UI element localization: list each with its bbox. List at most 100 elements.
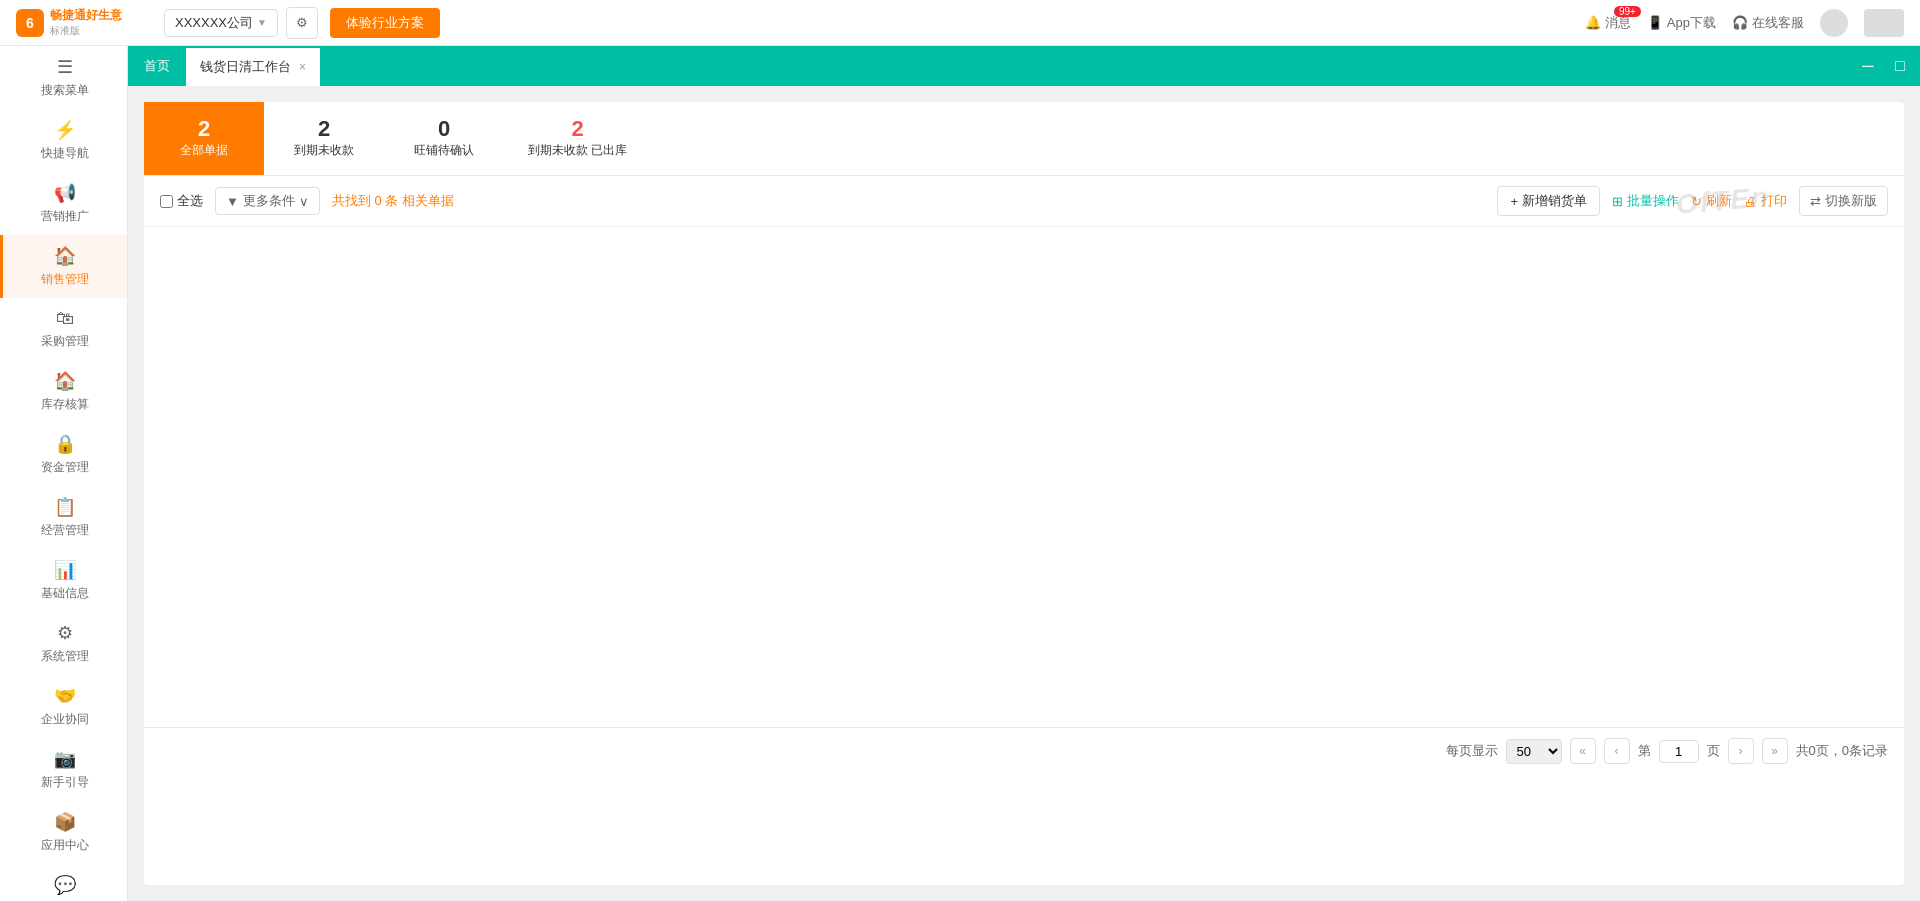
stats-tab-overdue-unshipped[interactable]: 2 到期未收款 已出库	[504, 102, 651, 175]
sidebar-item-marketing[interactable]: 📢 营销推广	[0, 172, 127, 235]
pagination-bar: 每页显示 50 100 200 « ‹ 第 页 › » 共0页，0条记录	[144, 727, 1904, 774]
stats-label-pending: 旺铺待确认	[414, 143, 474, 157]
sidebar-item-label: 快捷导航	[41, 145, 89, 162]
sidebar-item-label: 营销推广	[41, 208, 89, 225]
filter-icon: ▼	[226, 194, 239, 209]
per-page-select[interactable]: 50 100 200	[1506, 739, 1562, 764]
company-dropdown-arrow: ▼	[257, 17, 267, 28]
support-icon: 🎧	[1732, 15, 1748, 30]
refresh-button[interactable]: ↻ 刷新	[1691, 192, 1732, 210]
sidebar-item-cooperation[interactable]: 🤝 企业协同	[0, 675, 127, 738]
tab-active-label: 钱货日清工作台	[200, 58, 291, 76]
sidebar-item-app-center[interactable]: 📦 应用中心	[0, 801, 127, 864]
online-support-label: 在线客服	[1752, 14, 1804, 32]
filter-chevron: ∨	[299, 194, 309, 209]
sidebar-item-purchase[interactable]: 🛍 采购管理	[0, 298, 127, 360]
sidebar-item-wechat[interactable]: 💬 企业微信	[0, 864, 127, 901]
sidebar-item-label: 资金管理	[41, 459, 89, 476]
toolbar-right: + 新增销货单 ⊞ 批量操作 ↻ 刷新 🖨 打印 ⇄ 切换新版	[1497, 186, 1888, 216]
app-center-icon: 📦	[54, 811, 76, 833]
stats-tab-overdue-unpaid[interactable]: 2 到期未收款	[264, 102, 384, 175]
top-header: 6 畅捷通好生意 标准版 XXXXXX公司 ▼ ⚙ 体验行业方案 🔔 消息 99…	[0, 0, 1920, 46]
stats-label-overdue: 到期未收款	[294, 143, 354, 157]
first-page-button[interactable]: «	[1570, 738, 1596, 764]
search-menu-icon: ☰	[57, 56, 73, 78]
stats-count-all: 2	[168, 116, 240, 142]
settings-button[interactable]: ⚙	[286, 7, 318, 39]
trial-button[interactable]: 体验行业方案	[330, 8, 440, 38]
sidebar-item-inventory[interactable]: 🏠 库存核算	[0, 360, 127, 423]
sidebar-item-label: 库存核算	[41, 396, 89, 413]
sidebar-item-system[interactable]: ⚙ 系统管理	[0, 612, 127, 675]
sidebar-item-label: 企业协同	[41, 711, 89, 728]
purchase-icon: 🛍	[56, 308, 74, 329]
filter-label: 更多条件	[243, 192, 295, 210]
page-label: 第	[1638, 742, 1651, 760]
empty-content-area	[144, 227, 1904, 727]
tab-maximize-button[interactable]: □	[1888, 54, 1912, 78]
sidebar-item-label: 系统管理	[41, 648, 89, 665]
download-icon: 📱	[1647, 15, 1663, 30]
switch-version-button[interactable]: ⇄ 切换新版	[1799, 186, 1888, 216]
stats-label-all: 全部单据	[180, 143, 228, 157]
header-right: 🔔 消息 99+ 📱 App下载 🎧 在线客服	[1585, 9, 1904, 37]
batch-icon: ⊞	[1612, 194, 1623, 209]
filter-button[interactable]: ▼ 更多条件 ∨	[215, 187, 320, 215]
sidebar: ☰ 搜索菜单 ⚡ 快捷导航 📢 营销推广 🏠 销售管理 🛍 采购管理 🏠 库存核…	[0, 46, 128, 901]
inventory-icon: 🏠	[54, 370, 76, 392]
new-sales-order-button[interactable]: + 新增销货单	[1497, 186, 1600, 216]
stats-count-pending: 0	[408, 116, 480, 142]
switch-icon: ⇄	[1810, 194, 1821, 209]
sidebar-item-basic-info[interactable]: 📊 基础信息	[0, 549, 127, 612]
main-content: 2 全部单据 2 到期未收款 0 旺铺待确认 2 到期未收款 已出库 全选	[128, 86, 1920, 901]
batch-ops-label: 批量操作	[1627, 192, 1679, 210]
bell-icon: 🔔	[1585, 15, 1601, 30]
stats-label-unshipped: 到期未收款 已出库	[528, 143, 627, 157]
company-selector[interactable]: XXXXXX公司 ▼	[164, 9, 278, 37]
sidebar-item-operations[interactable]: 📋 经营管理	[0, 486, 127, 549]
app-download-label: App下载	[1667, 14, 1716, 32]
finance-icon: 🔒	[54, 433, 76, 455]
messages-badge: 99+	[1614, 6, 1641, 17]
tab-actions: ─ □	[1856, 54, 1920, 78]
sidebar-item-sales[interactable]: 🏠 销售管理	[0, 235, 127, 298]
sidebar-item-quick-nav[interactable]: ⚡ 快捷导航	[0, 109, 127, 172]
current-page-input[interactable]	[1659, 740, 1699, 763]
refresh-icon: ↻	[1691, 194, 1702, 209]
guide-icon: 📷	[54, 748, 76, 770]
basic-info-icon: 📊	[54, 559, 76, 581]
sidebar-item-guide[interactable]: 📷 新手引导	[0, 738, 127, 801]
toolbar: 全选 ▼ 更多条件 ∨ 共找到 0 条 相关单据 + 新增销货单 ⊞	[144, 176, 1904, 227]
messages-button[interactable]: 🔔 消息 99+	[1585, 14, 1631, 32]
user-menu[interactable]	[1864, 9, 1904, 37]
next-page-button[interactable]: ›	[1728, 738, 1754, 764]
refresh-label: 刷新	[1706, 192, 1732, 210]
tab-active[interactable]: 钱货日清工作台 ×	[186, 46, 320, 86]
stats-tab-all[interactable]: 2 全部单据	[144, 102, 264, 175]
batch-ops-button[interactable]: ⊞ 批量操作	[1612, 192, 1679, 210]
online-support-button[interactable]: 🎧 在线客服	[1732, 14, 1804, 32]
avatar[interactable]	[1820, 9, 1848, 37]
sidebar-item-label: 应用中心	[41, 837, 89, 854]
logo-icon: 6	[16, 9, 44, 37]
cooperation-icon: 🤝	[54, 685, 76, 707]
logo-area: 6 畅捷通好生意 标准版	[16, 7, 144, 38]
sidebar-item-label: 经营管理	[41, 522, 89, 539]
tab-home[interactable]: 首页	[128, 46, 186, 86]
per-page-label: 每页显示	[1446, 742, 1498, 760]
total-info: 共0页，0条记录	[1796, 742, 1888, 760]
sidebar-item-finance[interactable]: 🔒 资金管理	[0, 423, 127, 486]
found-number: 0	[375, 193, 382, 208]
content-card: 2 全部单据 2 到期未收款 0 旺铺待确认 2 到期未收款 已出库 全选	[144, 102, 1904, 885]
app-download-button[interactable]: 📱 App下载	[1647, 14, 1716, 32]
select-all-checkbox[interactable]: 全选	[160, 192, 203, 210]
stats-tab-pending-confirm[interactable]: 0 旺铺待确认	[384, 102, 504, 175]
tab-close-button[interactable]: ×	[299, 60, 306, 74]
select-all-input[interactable]	[160, 195, 173, 208]
last-page-button[interactable]: »	[1762, 738, 1788, 764]
sidebar-item-label: 采购管理	[41, 333, 89, 350]
print-button[interactable]: 🖨 打印	[1744, 192, 1787, 210]
sidebar-item-search-menu[interactable]: ☰ 搜索菜单	[0, 46, 127, 109]
prev-page-button[interactable]: ‹	[1604, 738, 1630, 764]
tab-minimize-button[interactable]: ─	[1856, 54, 1880, 78]
